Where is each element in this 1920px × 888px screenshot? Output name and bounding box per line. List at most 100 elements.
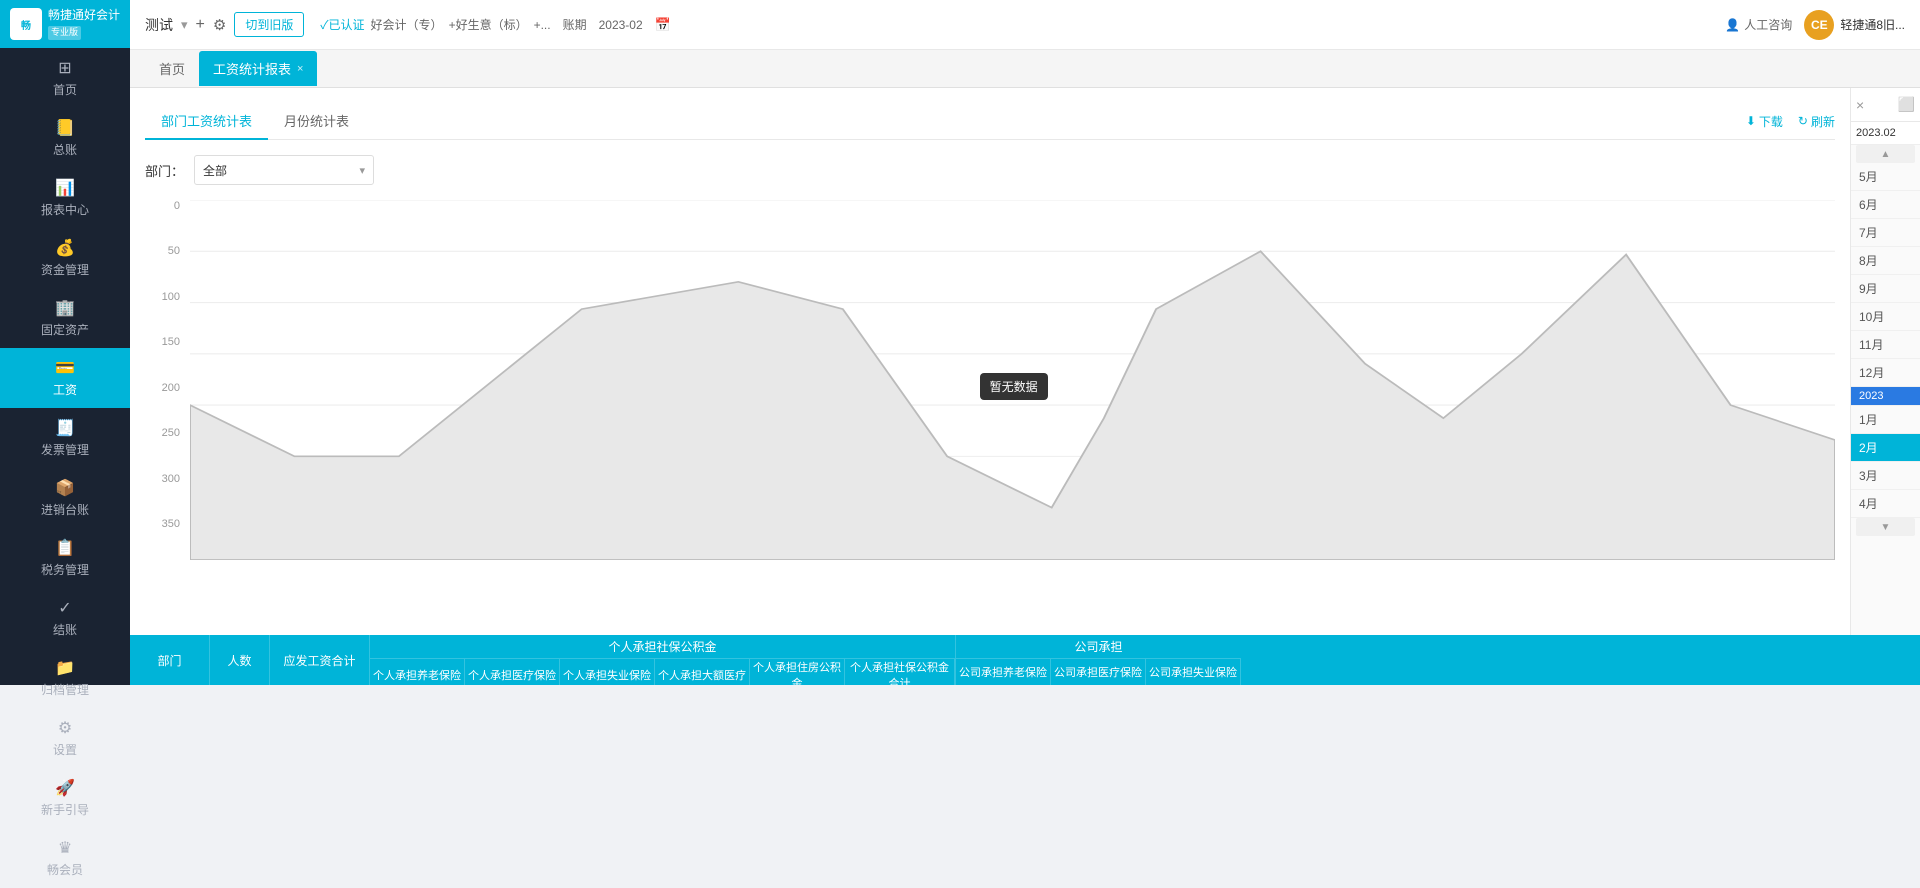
settlement-icon: ✓ xyxy=(58,598,71,618)
sidebar-label-vip: 畅会员 xyxy=(47,861,83,878)
right-panel-header: × ⬜ xyxy=(1851,88,1920,122)
consultant-button[interactable]: 👤 人工咨询 xyxy=(1725,16,1792,33)
month-item-2[interactable]: 7月 xyxy=(1851,219,1920,247)
month-item-7[interactable]: 12月 xyxy=(1851,359,1920,387)
sidebar-item-home[interactable]: ⊞ 首页 xyxy=(0,48,130,108)
main-content: 测试 ▾ + ⚙ 切到旧版 ✓已认证 好会计（专） +好生意（标） +... 账… xyxy=(130,0,1920,685)
month-item-5[interactable]: 10月 xyxy=(1851,303,1920,331)
refresh-icon: ↻ xyxy=(1798,114,1808,128)
tab-close-icon[interactable]: × xyxy=(297,63,303,75)
dept-filter-select[interactable]: 全部 ▾ xyxy=(194,155,374,185)
month-item-9[interactable]: 1月 xyxy=(1851,406,1920,434)
product-badge1: 好会计（专） xyxy=(371,16,443,33)
panel-expand-icon[interactable]: ⬜ xyxy=(1898,96,1915,113)
settings-icon[interactable]: ⚙ xyxy=(213,16,226,34)
sidebar-label-ledger: 总账 xyxy=(53,141,77,158)
ledger-icon: 📒 xyxy=(55,118,75,138)
refresh-button[interactable]: ↻ 刷新 xyxy=(1798,113,1835,130)
product-badge3: +... xyxy=(534,18,551,32)
month-item-10[interactable]: 2月 xyxy=(1851,434,1920,462)
tab-home[interactable]: 首页 xyxy=(145,51,199,86)
assets-icon: 🏢 xyxy=(55,298,75,318)
sidebar-label-reports: 报表中心 xyxy=(41,201,89,218)
sidebar-item-vip[interactable]: ♛ 畅会员 xyxy=(0,828,130,888)
sidebar-item-invoice[interactable]: 🧾发票管理 xyxy=(0,408,130,468)
year-display[interactable]: 2023.02 xyxy=(1851,122,1920,145)
chart-area: 暂无数据 xyxy=(190,200,1835,560)
download-button[interactable]: ⬇ 下载 xyxy=(1746,113,1783,130)
user-menu[interactable]: CE 轻捷通8旧... xyxy=(1804,10,1905,40)
month-item-4[interactable]: 9月 xyxy=(1851,275,1920,303)
sidebar-item-ledger[interactable]: 📒 总账 xyxy=(0,108,130,168)
subtab-month[interactable]: 月份统计表 xyxy=(268,103,365,140)
chart-svg xyxy=(190,200,1835,560)
tab-bar: 首页 工资统计报表 × xyxy=(130,50,1920,88)
year-nav-up[interactable]: ▲ xyxy=(1856,145,1915,163)
th-company-cols: 公司承担养老保险 公司承担医疗保险 公司承担失业保险 xyxy=(956,659,1241,685)
subtab-bar: 部门工资统计表 月份统计表 ⬇ 下载 ↻ 刷新 xyxy=(145,103,1835,140)
month-item-6[interactable]: 11月 xyxy=(1851,331,1920,359)
month-item-1[interactable]: 6月 xyxy=(1851,191,1920,219)
content-area: 部门工资统计表 月份统计表 ⬇ 下载 ↻ 刷新 部门： 全部 xyxy=(130,88,1920,635)
month-item-3[interactable]: 8月 xyxy=(1851,247,1920,275)
guide-icon: 🚀 xyxy=(55,778,75,798)
month-item-0[interactable]: 5月 xyxy=(1851,163,1920,191)
salary-icon: 💳 xyxy=(55,358,75,378)
th-personal-medical: 个人承担医疗保险 xyxy=(465,659,560,685)
sidebar-label-home: 首页 xyxy=(53,81,77,98)
company-name: 测试 xyxy=(145,15,173,35)
sidebar-item-tax[interactable]: 📋税务管理 xyxy=(0,528,130,588)
th-company-unemployment: 公司承担失业保险 xyxy=(1146,659,1241,685)
th-personal-group-header: 个人承担社保公积金 xyxy=(370,635,955,659)
dropdown-arrow-icon[interactable]: ▾ xyxy=(181,17,188,33)
sidebar-item-settings[interactable]: ⚙ 设置 xyxy=(0,708,130,768)
th-count: 人数 xyxy=(210,635,270,685)
tax-icon: 📋 xyxy=(55,538,75,558)
avatar: CE xyxy=(1804,10,1834,40)
sidebar-item-archive[interactable]: 📁归档管理 xyxy=(0,648,130,708)
sidebar-label-guide: 新手引导 xyxy=(41,801,89,818)
th-personal-total: 个人承担社保公积金合计 xyxy=(845,659,955,685)
sidebar-label-salary: 工资 xyxy=(53,381,77,398)
salary-chart: 350 300 250 200 150 100 50 0 xyxy=(145,200,1835,560)
right-panel: × ⬜ 2023.02 ▲ 5月6月7月8月9月10月11月12月20231月2… xyxy=(1850,88,1920,635)
month-item-12[interactable]: 4月 xyxy=(1851,490,1920,518)
th-personal-pension: 个人承担养老保险 xyxy=(370,659,465,685)
sidebar-item-assets[interactable]: 🏢固定资产 xyxy=(0,288,130,348)
sidebar-item-funds[interactable]: 💰资金管理 xyxy=(0,228,130,288)
calendar-icon[interactable]: 📅 xyxy=(655,17,671,33)
content-main: 部门工资统计表 月份统计表 ⬇ 下载 ↻ 刷新 部门： 全部 xyxy=(130,88,1850,635)
subtab-dept[interactable]: 部门工资统计表 xyxy=(145,103,268,140)
product-badge2: +好生意（标） xyxy=(449,16,528,33)
dept-filter-label: 部门： xyxy=(145,161,184,180)
sidebar-label-settings: 设置 xyxy=(53,741,77,758)
period-value: 2023-02 xyxy=(599,18,643,32)
sidebar-item-settlement[interactable]: ✓结账 xyxy=(0,588,130,648)
th-company-pension: 公司承担养老保险 xyxy=(956,659,1051,685)
certified-badge: ✓已认证 xyxy=(320,16,364,33)
logo-text: 畅捷通好会计 专业版 xyxy=(48,8,120,39)
th-personal-housing: 个人承担住房公积金 xyxy=(750,659,845,685)
sidebar-item-salary[interactable]: 💳 工资 xyxy=(0,348,130,408)
topbar: 测试 ▾ + ⚙ 切到旧版 ✓已认证 好会计（专） +好生意（标） +... 账… xyxy=(130,0,1920,50)
sidebar-item-guide[interactable]: 🚀 新手引导 xyxy=(0,768,130,828)
year-nav-down[interactable]: ▼ xyxy=(1856,518,1915,536)
month-item-8: 2023 xyxy=(1851,387,1920,406)
th-company-group-header: 公司承担 xyxy=(956,635,1241,659)
sidebar-label-invoice: 发票管理 xyxy=(41,441,89,458)
chart-y-axis: 350 300 250 200 150 100 50 0 xyxy=(145,200,185,530)
sidebar-label-archive: 归档管理 xyxy=(41,681,89,698)
download-icon: ⬇ xyxy=(1746,114,1756,128)
month-item-11[interactable]: 3月 xyxy=(1851,462,1920,490)
subtab-actions: ⬇ 下载 ↻ 刷新 xyxy=(1746,113,1835,130)
sidebar-item-reports[interactable]: 📊报表中心 xyxy=(0,168,130,228)
add-button[interactable]: + xyxy=(196,16,205,34)
settings-icon: ⚙ xyxy=(58,718,72,738)
sidebar: 畅 畅捷通好会计 专业版 ⊞首页📒总账📊报表中心💰资金管理🏢固定资产💳工资🧾发票… xyxy=(0,0,130,685)
home-icon: ⊞ xyxy=(58,58,71,78)
switch-version-button[interactable]: 切到旧版 xyxy=(234,12,304,37)
panel-close-icon[interactable]: × xyxy=(1856,97,1864,113)
sidebar-item-sales[interactable]: 📦进销台账 xyxy=(0,468,130,528)
tab-salary[interactable]: 工资统计报表 × xyxy=(199,51,317,86)
vip-icon: ♛ xyxy=(58,838,72,858)
